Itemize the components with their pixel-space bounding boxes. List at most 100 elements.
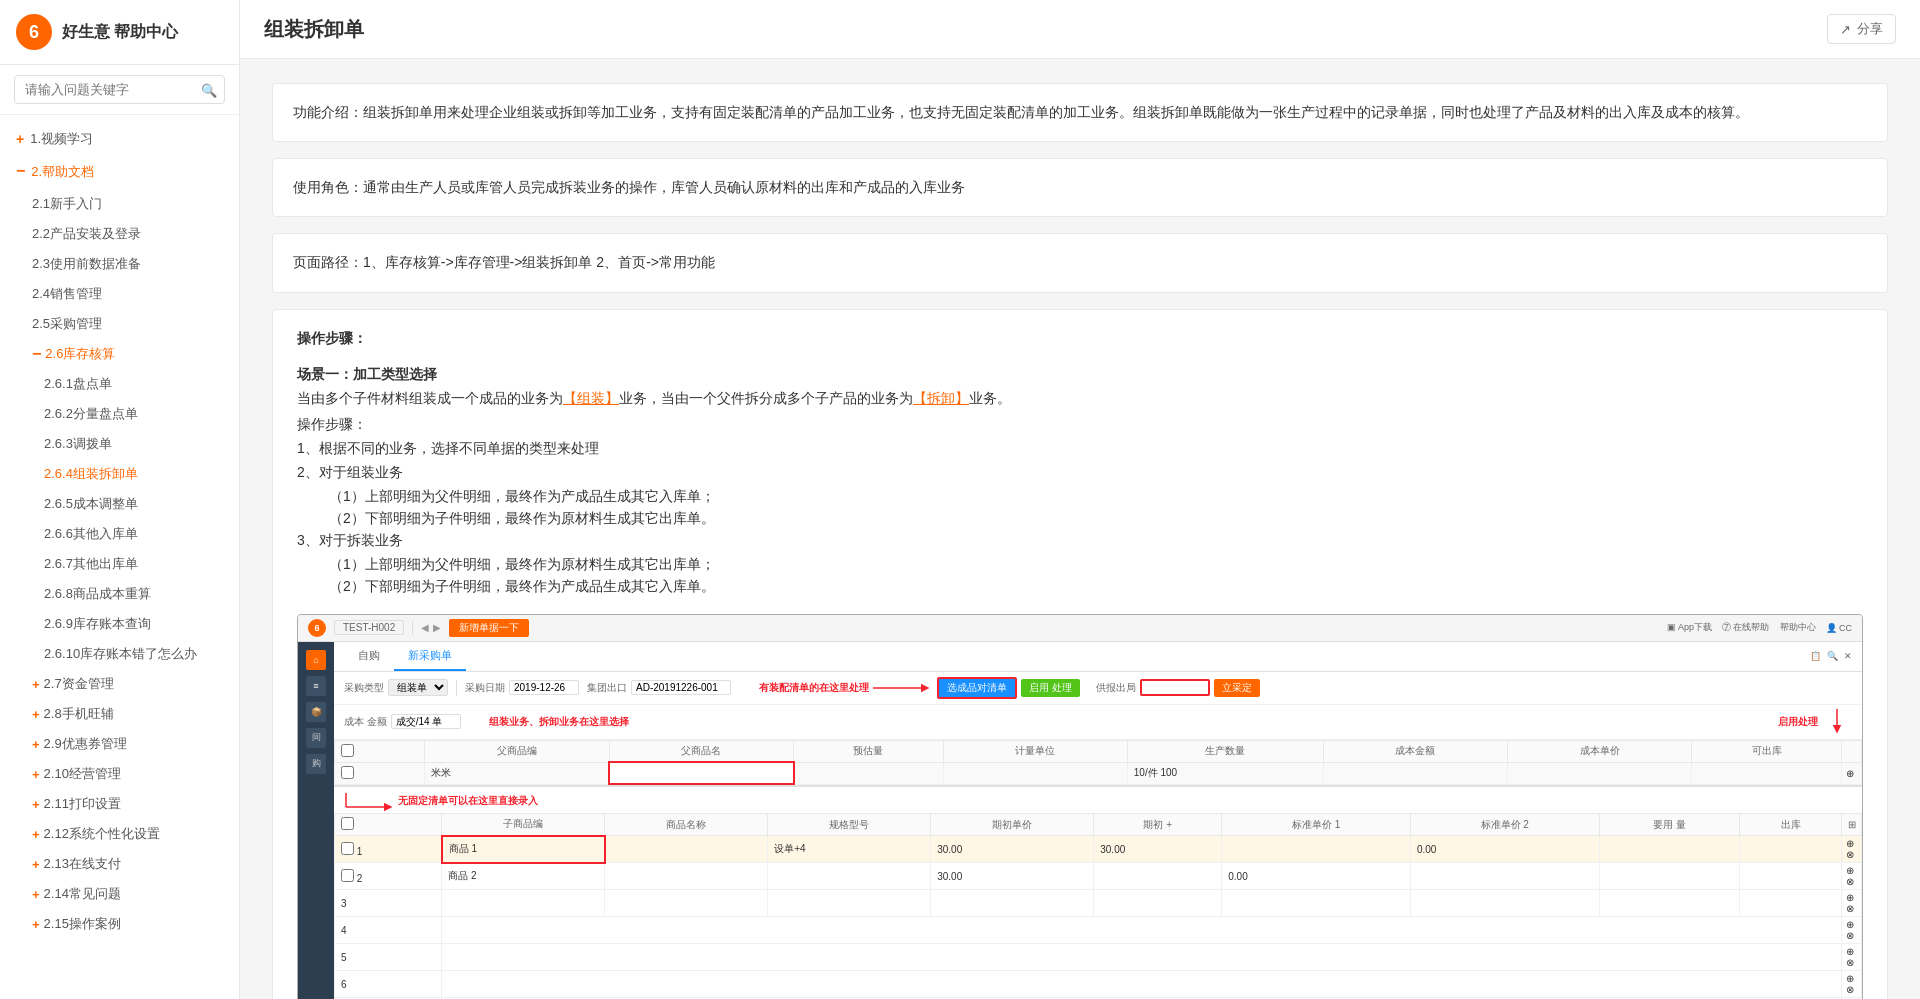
mock-td-unit: [943, 762, 1127, 784]
sidebar-item-stock-check[interactable]: 2.6.9库存账本查询: [0, 609, 239, 639]
sidebar-item-install[interactable]: 2.2产品安装及登录: [0, 219, 239, 249]
mock-type-select[interactable]: 组装单: [388, 679, 448, 696]
mock-close-icon[interactable]: ✕: [1844, 651, 1852, 661]
mock-t2-td-initplus2: [1094, 863, 1222, 890]
mock-t2-td-code2: 商品 2: [442, 863, 605, 890]
scene1-section: 场景一：加工类型选择 当由多个子件材料组装成一个成品的业务为【组装】业务，当由一…: [297, 366, 1863, 596]
mock-annotation2-area: 成本 金额 组装业务、拆卸业务在这里选择 启用处理: [334, 705, 1862, 740]
mock-td-can-out: [1692, 762, 1842, 784]
mock-th-unit: 计量单位: [943, 740, 1127, 762]
mock-t2-td-name1: [605, 836, 768, 863]
mock-table1-head: 父商品编 父商品名 预估量 计量单位 生产数量 成本金额 成本单价: [335, 740, 1862, 762]
mock-t2-td-empty6: [442, 971, 1842, 998]
operations-block: 操作步骤： 场景一：加工类型选择 当由多个子件材料组装成一个成品的业务为【组装】…: [272, 309, 1888, 999]
sidebar-item-purchase[interactable]: 2.5采购管理: [0, 309, 239, 339]
sidebar-item-sales[interactable]: 2.4销售管理: [0, 279, 239, 309]
plus-icon: +: [32, 887, 40, 902]
search-input[interactable]: [14, 75, 225, 104]
mock-btn-neworder[interactable]: 新增单据一下: [449, 619, 529, 637]
sidebar-item-coupon[interactable]: + 2.9优惠券管理: [0, 729, 239, 759]
mock-t2-th-init-price: 期初单价: [931, 814, 1094, 836]
path-text: 页面路径：1、库存核算->库存管理->组装拆卸单 2、首页->常用功能: [293, 250, 1867, 275]
sidebar-item-docs[interactable]: − 2.帮助文档: [0, 155, 239, 189]
sidebar-item-other-in[interactable]: 2.6.6其他入库单: [0, 519, 239, 549]
mock-th-qty: 生产数量: [1127, 740, 1323, 762]
sidebar-item-adjust[interactable]: 2.6.3调拨单: [0, 429, 239, 459]
mock-order-label: 集团出口: [587, 681, 627, 695]
sidebar-item-new-user[interactable]: 2.1新手入门: [0, 189, 239, 219]
sidebar-item-faq[interactable]: + 2.14常见问题: [0, 879, 239, 909]
disassembly-link[interactable]: 【拆卸】: [913, 390, 969, 406]
mock-header-checkbox[interactable]: [341, 744, 354, 757]
sidebar-item-operations[interactable]: + 2.10经营管理: [0, 759, 239, 789]
mock-order-input[interactable]: [631, 680, 731, 695]
sidebar-item-online-pay[interactable]: + 2.13在线支付: [0, 849, 239, 879]
plus-icon: +: [32, 857, 40, 872]
sidebar-item-customize[interactable]: + 2.12系统个性化设置: [0, 819, 239, 849]
mock-tab-self[interactable]: 自购: [344, 642, 394, 671]
steps-label: 操作步骤：: [297, 416, 1863, 434]
mock-table2-head: 子商品编 商品名称 规格型号 期初单价 期初 + 标准单价 1 标准单价 2: [335, 814, 1862, 836]
mock-row-checkbox[interactable]: [341, 766, 354, 779]
sidebar-item-cost-calc[interactable]: 2.6.8商品成本重算: [0, 579, 239, 609]
mock-screenshot: 6 TEST-H002 ◀ ▶ 新增单据一下 ▣ App下载 ⑦ 在线帮助: [297, 614, 1863, 999]
mock-btn-confirm[interactable]: 立采定: [1214, 679, 1260, 697]
sidebar-item-finance[interactable]: + 2.7资金管理: [0, 669, 239, 699]
nav-label: 2.帮助文档: [31, 163, 94, 181]
mock-date-label: 采购日期: [465, 681, 505, 695]
mock-td-checkbox: [335, 762, 425, 784]
mock-t2-td-std1-2: 0.00: [1222, 863, 1411, 890]
share-icon: ↗: [1840, 22, 1851, 37]
nav-label: 2.8手机旺辅: [44, 705, 114, 723]
sidebar-item-inventory[interactable]: − 2.6库存核算: [0, 339, 239, 369]
mock-divider: [412, 621, 413, 635]
mock-t2-td-act2: ⊕ ⊗: [1842, 863, 1862, 890]
role-text: 使用角色：通常由生产人员或库管人员完成拆装业务的操作，库管人员确认原材料的出库和…: [293, 175, 1867, 200]
sidebar-item-other-out[interactable]: 2.6.7其他出库单: [0, 549, 239, 579]
mock-search-label: 供报出局: [1096, 681, 1136, 695]
sidebar-item-split-stocktake[interactable]: 2.6.2分量盘点单: [0, 399, 239, 429]
mock-btn-enable[interactable]: 启用 处理: [1021, 679, 1080, 697]
assembly-link[interactable]: 【组装】: [563, 390, 619, 406]
share-button[interactable]: ↗ 分享: [1827, 14, 1896, 44]
nav-label: 2.13在线支付: [44, 855, 121, 873]
mock-t2-row3: 3: [335, 890, 1862, 917]
mock-annotation4-area: 无固定清单可以在这里直接录入: [334, 787, 1862, 813]
mock-tab-icon1: 📋: [1810, 651, 1821, 661]
mock-search-input[interactable]: [1140, 679, 1210, 696]
sidebar-item-mobile[interactable]: + 2.8手机旺辅: [0, 699, 239, 729]
mock-t2-td-act4: ⊕ ⊗: [1842, 917, 1862, 944]
mock-t2-header-checkbox[interactable]: [341, 817, 354, 830]
plus-icon: +: [32, 917, 40, 932]
sidebar-item-video[interactable]: + 1.视频学习: [0, 123, 239, 155]
sidebar-item-assembly[interactable]: 2.6.4组装拆卸单: [0, 459, 239, 489]
sidebar-item-stocktake[interactable]: 2.6.1盘点单: [0, 369, 239, 399]
mock-t2-th-use-qty: 要用 量: [1599, 814, 1740, 836]
mock-t2-th-code: 子商品编: [442, 814, 605, 836]
sidebar-item-data-prep[interactable]: 2.3使用前数据准备: [0, 249, 239, 279]
mock-t2-row1-cb[interactable]: [341, 842, 354, 855]
mock-t2-td-spec2: [768, 863, 931, 890]
nav-label: 2.10经营管理: [44, 765, 121, 783]
mock-t2-td-initp1: 30.00: [931, 836, 1094, 863]
mock-tabs-row: 自购 新采购单 📋 🔍 ✕: [334, 642, 1862, 672]
sidebar-item-cases[interactable]: + 2.15操作案例: [0, 909, 239, 939]
mock-t2-td-std2-1: 0.00: [1410, 836, 1599, 863]
mock-btn-select-product[interactable]: 选成品对清单: [937, 677, 1017, 699]
search-icon[interactable]: 🔍: [201, 82, 217, 97]
mock-t2-td-use2: [1599, 863, 1740, 890]
mock-date-input[interactable]: [509, 680, 579, 695]
mock-process-area: 启用处理: [1778, 707, 1852, 737]
mock-t2-td-initplus3: [1094, 890, 1222, 917]
mock-tab-new[interactable]: 新采购单: [394, 642, 466, 671]
mock-th-cost-unit: 成本单价: [1508, 740, 1692, 762]
annotation4-text: 无固定清单可以在这里直接录入: [398, 794, 538, 808]
sidebar-item-print[interactable]: + 2.11打印设置: [0, 789, 239, 819]
mock-t2-td-cb6: 6: [335, 971, 442, 998]
mock-sub-info: 成本 金额: [344, 714, 461, 729]
sidebar-item-stock-error[interactable]: 2.6.10库存账本错了怎么办: [0, 639, 239, 669]
mock-sub-input[interactable]: [391, 714, 461, 729]
sidebar-item-cost-adjust[interactable]: 2.6.5成本调整单: [0, 489, 239, 519]
mock-form-divider1: [456, 680, 457, 696]
mock-t2-row2-cb[interactable]: [341, 869, 354, 882]
